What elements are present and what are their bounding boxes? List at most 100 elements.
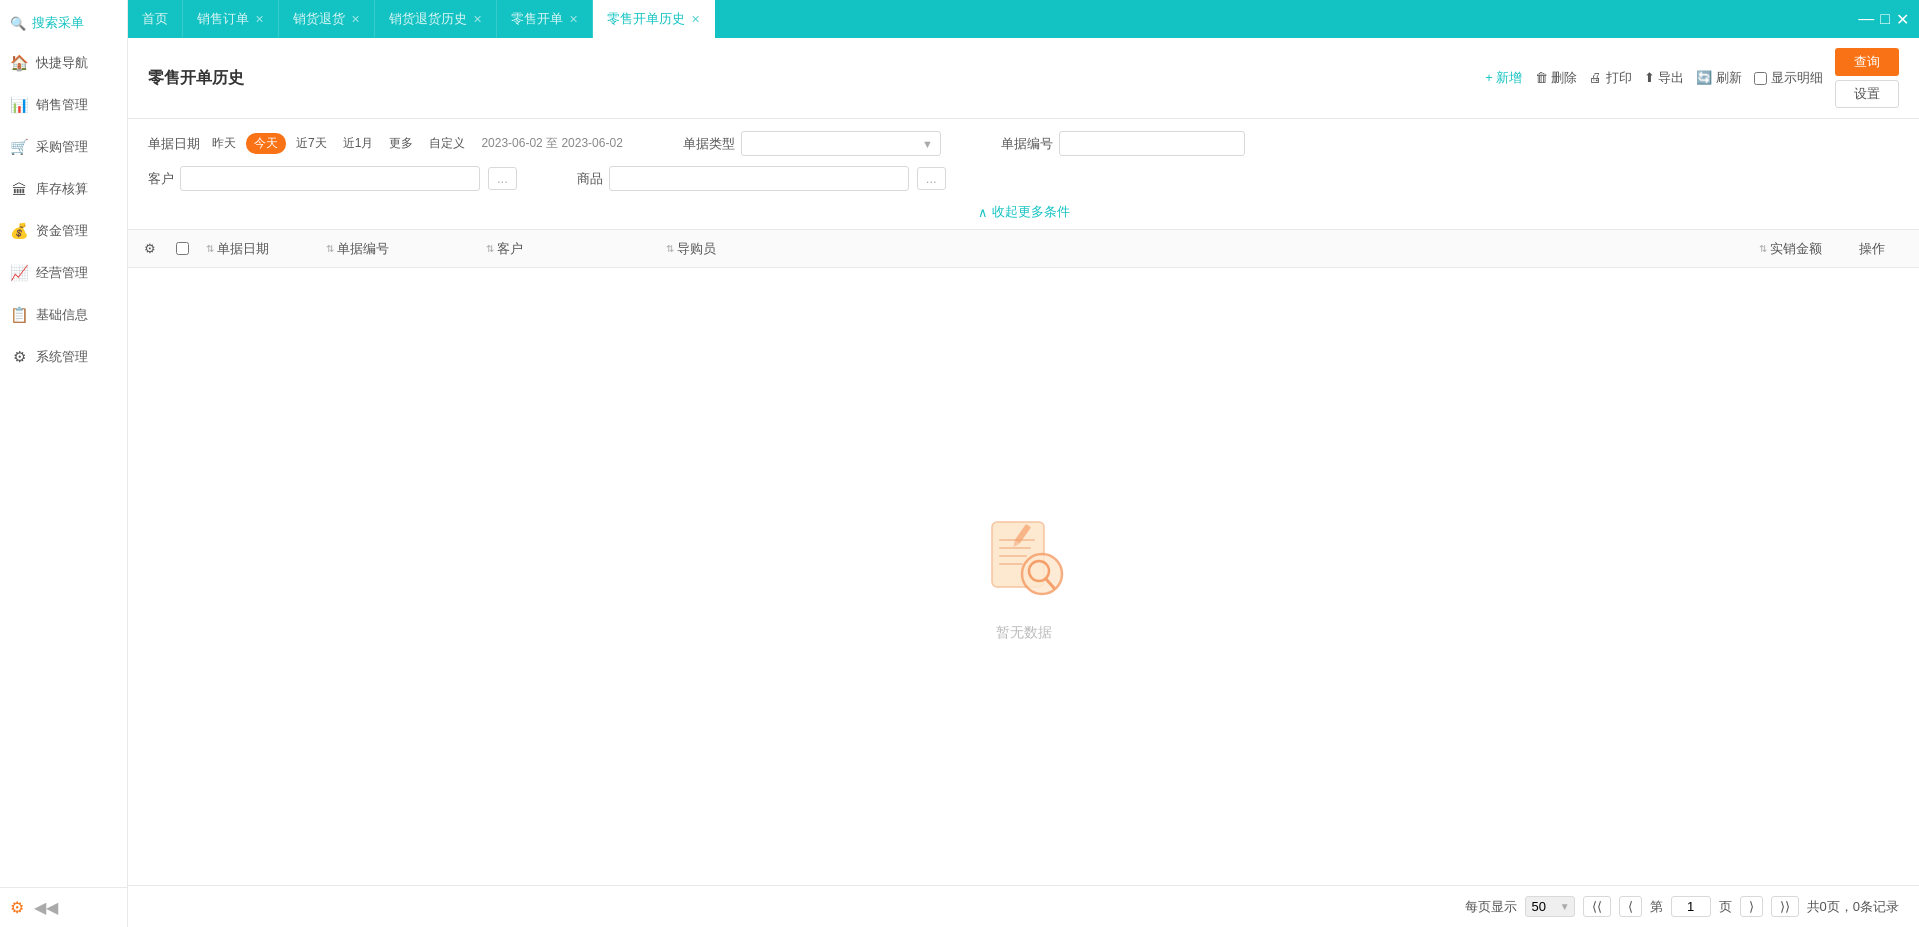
tab-label-sales-return: 销货退货	[293, 10, 345, 28]
tabs-bar: 首页销售订单✕销货退货✕销货退货历史✕零售开单✕零售开单历史✕ — □ ✕	[128, 0, 1919, 38]
tab-close-sales-return-history[interactable]: ✕	[473, 13, 482, 26]
per-page-label: 每页显示	[1465, 898, 1517, 916]
next-page-btn[interactable]: ⟩	[1740, 896, 1763, 917]
display-detail-checkbox[interactable]	[1754, 72, 1767, 85]
query-button[interactable]: 查询	[1835, 48, 1899, 76]
type-label: 单据类型	[683, 135, 735, 153]
date-shortcut-more[interactable]: 更多	[383, 133, 419, 154]
th-num-label: 单据编号	[337, 240, 389, 258]
collapse-sidebar-icon[interactable]: ◀◀	[34, 898, 58, 917]
tab-close-retail-open-history[interactable]: ✕	[691, 13, 700, 26]
sidebar-item-sales-mgmt[interactable]: 📊销售管理	[0, 84, 127, 126]
sidebar-item-system[interactable]: ⚙系统管理	[0, 336, 127, 378]
customer-label: 客户	[148, 170, 174, 188]
th-action-label: 操作	[1859, 240, 1885, 258]
minimize-btn[interactable]: —	[1858, 10, 1874, 28]
goods-dots-button[interactable]: ...	[917, 167, 946, 190]
tab-close-retail-open[interactable]: ✕	[569, 13, 578, 26]
tab-label-retail-open-history: 零售开单历史	[607, 10, 685, 28]
num-input[interactable]	[1059, 131, 1245, 156]
sidebar-icon-finance: 💰	[10, 222, 28, 240]
tab-home[interactable]: 首页	[128, 0, 183, 38]
tab-sales-return[interactable]: 销货退货 ✕	[279, 0, 375, 38]
customer-input[interactable]	[180, 166, 480, 191]
sidebar-item-inventory[interactable]: 🏛库存核算	[0, 168, 127, 210]
customer-dots-button[interactable]: ...	[488, 167, 517, 190]
settings-bottom-icon[interactable]: ⚙	[10, 898, 24, 917]
page-suffix: 页	[1719, 898, 1732, 916]
date-range-display: 2023-06-02 至 2023-06-02	[481, 135, 622, 152]
delete-button[interactable]: 🗑 删除	[1535, 69, 1578, 87]
tab-sales-return-history[interactable]: 销货退货历史✕	[375, 0, 497, 38]
sidebar-nav: 🏠快捷导航📊销售管理🛒采购管理🏛库存核算💰资金管理📈经营管理📋基础信息⚙系统管理	[0, 42, 127, 887]
svg-point-5	[1022, 554, 1062, 594]
display-detail-label: 显示明细	[1771, 69, 1823, 87]
tab-retail-open-history[interactable]: 零售开单历史 ✕	[593, 0, 715, 38]
date-filter: 单据日期 昨天今天近7天近1月更多自定义 2023-06-02 至 2023-0…	[148, 133, 623, 154]
prev-page-btn[interactable]: ⟨	[1619, 896, 1642, 917]
first-page-btn[interactable]: ⟨⟨	[1583, 896, 1611, 917]
th-date-label: 单据日期	[217, 240, 269, 258]
close-btn[interactable]: ✕	[1896, 10, 1909, 29]
tab-sales-order[interactable]: 销售订单 ✕	[183, 0, 279, 38]
page-input[interactable]	[1671, 896, 1711, 917]
sidebar-icon-system: ⚙	[10, 348, 28, 366]
filter-row-1: 单据日期 昨天今天近7天近1月更多自定义 2023-06-02 至 2023-0…	[148, 131, 1899, 156]
date-shortcut-last7[interactable]: 近7天	[290, 133, 333, 154]
page-title: 零售开单历史	[148, 68, 244, 89]
sort-icon-amount: ⇅	[1759, 243, 1767, 254]
th-guide-label: 导购员	[677, 240, 716, 258]
sort-icon-num: ⇅	[326, 243, 334, 254]
tab-label-sales-order: 销售订单	[197, 10, 249, 28]
tab-close-sales-return[interactable]: ✕	[351, 13, 360, 26]
collapse-button[interactable]: ∧ 收起更多条件	[148, 201, 1899, 221]
th-customer-label: 客户	[497, 240, 523, 258]
sidebar-item-operation[interactable]: 📈经营管理	[0, 252, 127, 294]
collapse-label: 收起更多条件	[992, 203, 1070, 221]
th-guide[interactable]: ⇅ 导购员	[658, 240, 778, 258]
page-header: 零售开单历史 + 新增 🗑 删除 🖨 打印 ⬆ 导出 🔄 刷新 显示明细 查询 …	[128, 38, 1919, 119]
search-menu[interactable]: 🔍 搜索采单	[0, 0, 127, 42]
empty-illustration	[974, 512, 1074, 612]
per-page-select[interactable]: 50 10 20 100	[1525, 896, 1575, 917]
date-shortcut-today[interactable]: 今天	[246, 133, 286, 154]
th-action: 操作	[1851, 240, 1911, 258]
tab-retail-open[interactable]: 零售开单✕	[497, 0, 593, 38]
th-config[interactable]: ⚙	[136, 241, 168, 256]
search-icon: 🔍	[10, 16, 26, 31]
th-amount-label: 实销金额	[1770, 240, 1822, 258]
window-controls: — □ ✕	[1858, 10, 1919, 29]
date-shortcut-last_month[interactable]: 近1月	[337, 133, 380, 154]
type-select[interactable]	[741, 131, 941, 156]
sidebar-item-finance[interactable]: 💰资金管理	[0, 210, 127, 252]
date-shortcut-custom[interactable]: 自定义	[423, 133, 471, 154]
sidebar-label-operation: 经营管理	[36, 264, 88, 282]
maximize-btn[interactable]: □	[1880, 10, 1890, 28]
sidebar-label-basic-info: 基础信息	[36, 306, 88, 324]
export-button[interactable]: ⬆ 导出	[1644, 69, 1685, 87]
sidebar-label-inventory: 库存核算	[36, 180, 88, 198]
sidebar-label-purchase-mgmt: 采购管理	[36, 138, 88, 156]
th-amount[interactable]: ⇅ 实销金额	[1751, 240, 1851, 258]
th-customer[interactable]: ⇅ 客户	[478, 240, 658, 258]
display-detail-toggle[interactable]: 显示明细	[1754, 69, 1823, 87]
num-filter: 单据编号	[1001, 131, 1245, 156]
sidebar-item-purchase-mgmt[interactable]: 🛒采购管理	[0, 126, 127, 168]
date-shortcut-yesterday[interactable]: 昨天	[206, 133, 242, 154]
goods-input[interactable]	[609, 166, 909, 191]
refresh-button[interactable]: 🔄 刷新	[1696, 69, 1742, 87]
tab-close-sales-order[interactable]: ✕	[255, 13, 264, 26]
sidebar-item-basic-info[interactable]: 📋基础信息	[0, 294, 127, 336]
sort-icon-guide: ⇅	[666, 243, 674, 254]
sidebar-item-quick-nav[interactable]: 🏠快捷导航	[0, 42, 127, 84]
th-date[interactable]: ⇅ 单据日期	[198, 240, 318, 258]
th-num[interactable]: ⇅ 单据编号	[318, 240, 478, 258]
table-area: ⚙ ⇅ 单据日期 ⇅ 单据编号 ⇅ 客户 ⇅ 导购员	[128, 230, 1919, 927]
last-page-btn[interactable]: ⟩⟩	[1771, 896, 1799, 917]
date-shortcuts: 昨天今天近7天近1月更多自定义	[206, 133, 471, 154]
collapse-arrow-icon: ∧	[978, 205, 988, 220]
setting-button[interactable]: 设置	[1835, 80, 1899, 108]
add-button[interactable]: + 新增	[1485, 69, 1522, 87]
select-all-checkbox[interactable]	[176, 242, 189, 255]
print-button[interactable]: 🖨 打印	[1589, 69, 1632, 87]
